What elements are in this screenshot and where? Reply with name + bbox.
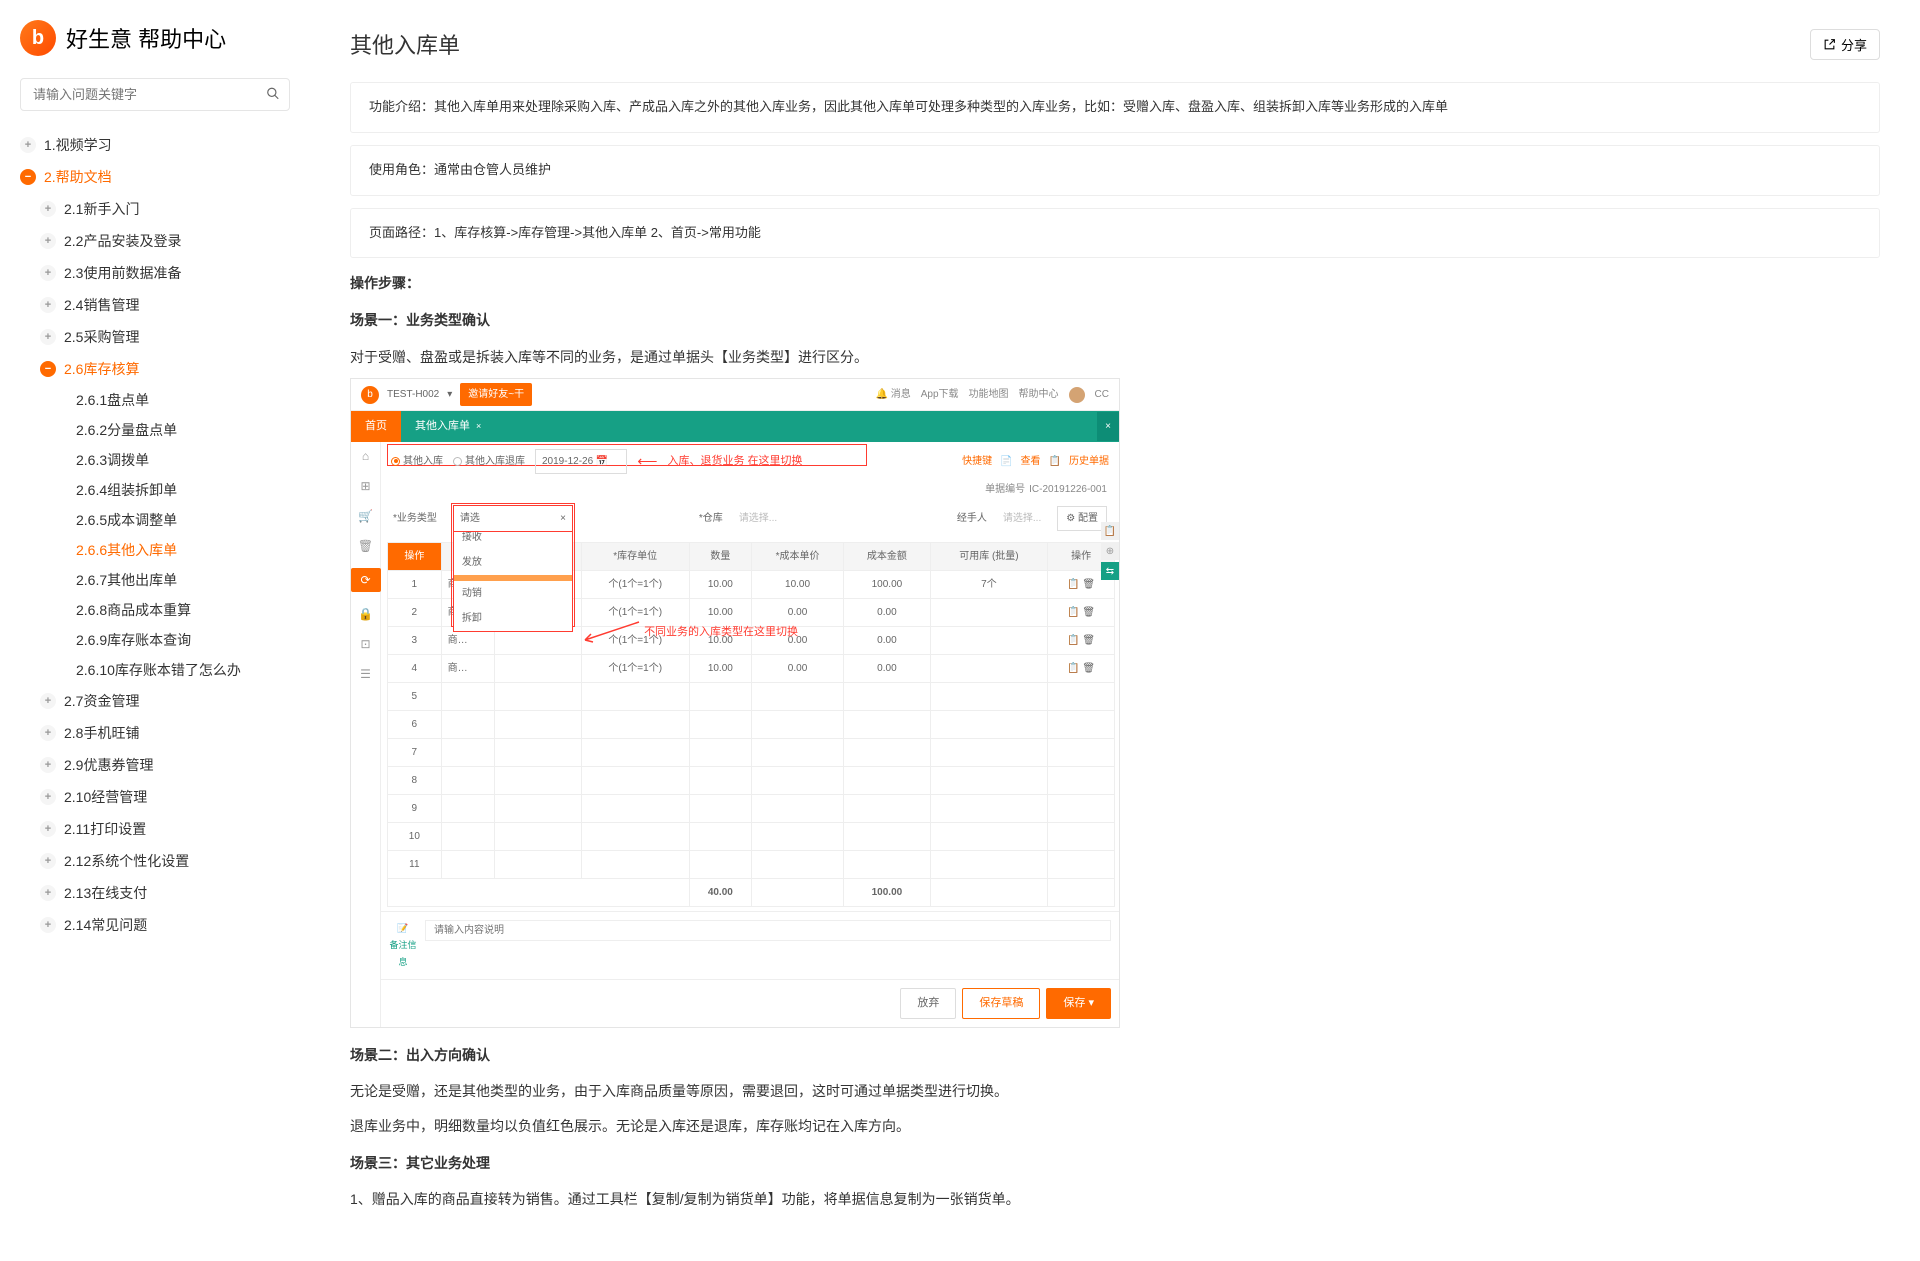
nav-item[interactable]: 2.6.1盘点单 [76, 385, 290, 415]
nav-item[interactable]: +2.7资金管理 [40, 685, 290, 717]
nav-item[interactable]: 2.6.6其他入库单 [76, 535, 290, 565]
mock-biztype-dropdown: 请选× 接收发放动销拆卸 [453, 505, 573, 532]
path-box: 页面路径：1、库存核算->库存管理->其他入库单 2、首页->常用功能 [350, 208, 1880, 259]
expand-icon[interactable]: + [40, 725, 56, 741]
mock-sidebar: ⌂⊞🛒🗑⟳🔒⊡☰ [351, 442, 381, 1027]
expand-icon[interactable]: + [40, 201, 56, 217]
mock-logo-icon: b [361, 386, 379, 404]
sidebar: b 好生意 帮助中心 +1.视频学习−2.帮助文档+2.1新手入门+2.2产品安… [0, 0, 310, 1261]
page-title: 其他入库单 [350, 28, 460, 60]
expand-icon[interactable]: + [40, 329, 56, 345]
nav-item[interactable]: 2.6.5成本调整单 [76, 505, 290, 535]
nav-item[interactable]: +2.9优惠券管理 [40, 749, 290, 781]
expand-icon[interactable]: + [40, 297, 56, 313]
nav-item[interactable]: +2.2产品安装及登录 [40, 225, 290, 257]
collapse-icon[interactable]: − [40, 361, 56, 377]
red-annotation-2: 不同业务的入库类型在这里切换 [581, 620, 798, 644]
expand-icon[interactable]: + [40, 917, 56, 933]
mock-save-button: 保存 ▾ [1046, 988, 1111, 1019]
nav-item[interactable]: 2.6.9库存账本查询 [76, 625, 290, 655]
nav-item[interactable]: +2.13在线支付 [40, 877, 290, 909]
avatar [1069, 387, 1085, 403]
site-logo[interactable]: b 好生意 帮助中心 [20, 20, 290, 56]
logo-icon: b [20, 20, 56, 56]
expand-icon[interactable]: + [20, 137, 36, 153]
nav-item[interactable]: +2.14常见问题 [40, 909, 290, 941]
nav-item[interactable]: 2.6.8商品成本重算 [76, 595, 290, 625]
nav-item[interactable]: +2.4销售管理 [40, 289, 290, 321]
nav-item[interactable]: −2.6库存核算 [40, 353, 290, 385]
steps-heading: 操作步骤： [350, 270, 1880, 297]
nav-item[interactable]: 2.6.4组装拆卸单 [76, 475, 290, 505]
nav-item[interactable]: 2.6.10库存账本错了怎么办 [76, 655, 290, 685]
mock-tab-home: 首页 [351, 411, 401, 442]
main-content: 其他入库单 分享 功能介绍：其他入库单用来处理除采购入库、产成品入库之外的其他入… [310, 0, 1920, 1261]
expand-icon[interactable]: + [40, 821, 56, 837]
mock-footer: 放弃 保存草稿 保存 ▾ [381, 979, 1119, 1027]
nav-tree: +1.视频学习−2.帮助文档+2.1新手入门+2.2产品安装及登录+2.3使用前… [20, 129, 290, 941]
article-body: 操作步骤： 场景一：业务类型确认 对于受赠、盘盈或是拆装入库等不同的业务，是通过… [350, 270, 1880, 1212]
mock-tab-doc: 其他入库单× [401, 411, 495, 442]
mock-tabs: 首页 其他入库单× × [351, 411, 1119, 442]
nav-item[interactable]: +2.11打印设置 [40, 813, 290, 845]
collapse-icon[interactable]: − [20, 169, 36, 185]
share-button[interactable]: 分享 [1810, 29, 1880, 60]
nav-item[interactable]: 2.6.3调拨单 [76, 445, 290, 475]
expand-icon[interactable]: + [40, 757, 56, 773]
mock-cancel-button: 放弃 [900, 988, 956, 1019]
mock-side-tools: 📋⊕⇆ [1101, 522, 1119, 580]
nav-item[interactable]: +2.1新手入门 [40, 193, 290, 225]
mock-remark: 📝备注信息 [381, 911, 1119, 979]
nav-item[interactable]: 2.6.2分量盘点单 [76, 415, 290, 445]
nav-item[interactable]: +2.12系统个性化设置 [40, 845, 290, 877]
expand-icon[interactable]: + [40, 693, 56, 709]
mock-topbar: b TEST-H002 ▾ 邀请好友~干 🔔 消息App下载功能地图帮助中心CC [351, 379, 1119, 411]
expand-icon[interactable]: + [40, 265, 56, 281]
expand-icon[interactable]: + [40, 885, 56, 901]
mock-date: 2019-12-26 📅 [535, 449, 627, 474]
expand-icon[interactable]: + [40, 233, 56, 249]
nav-item[interactable]: 2.6.7其他出库单 [76, 565, 290, 595]
search-box [20, 78, 290, 111]
mock-link-shortcut: 快捷键 [962, 452, 992, 471]
search-input[interactable] [20, 78, 290, 111]
site-title: 好生意 帮助中心 [66, 22, 226, 54]
example-screenshot: b TEST-H002 ▾ 邀请好友~干 🔔 消息App下载功能地图帮助中心CC… [350, 378, 1120, 1028]
mock-invite-button: 邀请好友~干 [460, 383, 532, 406]
mock-draft-button: 保存草稿 [962, 988, 1040, 1019]
intro-box: 功能介绍：其他入库单用来处理除采购入库、产成品入库之外的其他入库业务，因此其他入… [350, 82, 1880, 133]
nav-item[interactable]: +2.5采购管理 [40, 321, 290, 353]
scene2-heading: 场景二：出入方向确认 [350, 1042, 1880, 1069]
expand-icon[interactable]: + [40, 789, 56, 805]
share-icon [1823, 38, 1836, 51]
role-box: 使用角色：通常由仓管人员维护 [350, 145, 1880, 196]
nav-item[interactable]: +2.3使用前数据准备 [40, 257, 290, 289]
nav-item[interactable]: +1.视频学习 [20, 129, 290, 161]
scene3-heading: 场景三：其它业务处理 [350, 1150, 1880, 1177]
nav-item[interactable]: +2.10经营管理 [40, 781, 290, 813]
search-icon[interactable] [266, 86, 280, 103]
scene1-text: 对于受赠、盘盈或是拆装入库等不同的业务，是通过单据头【业务类型】进行区分。 [350, 344, 1880, 371]
scene1-heading: 场景一：业务类型确认 [350, 307, 1880, 334]
nav-item[interactable]: +2.8手机旺铺 [40, 717, 290, 749]
expand-icon[interactable]: + [40, 853, 56, 869]
mock-close-all: × [1097, 412, 1119, 441]
nav-item[interactable]: −2.帮助文档 [20, 161, 290, 193]
